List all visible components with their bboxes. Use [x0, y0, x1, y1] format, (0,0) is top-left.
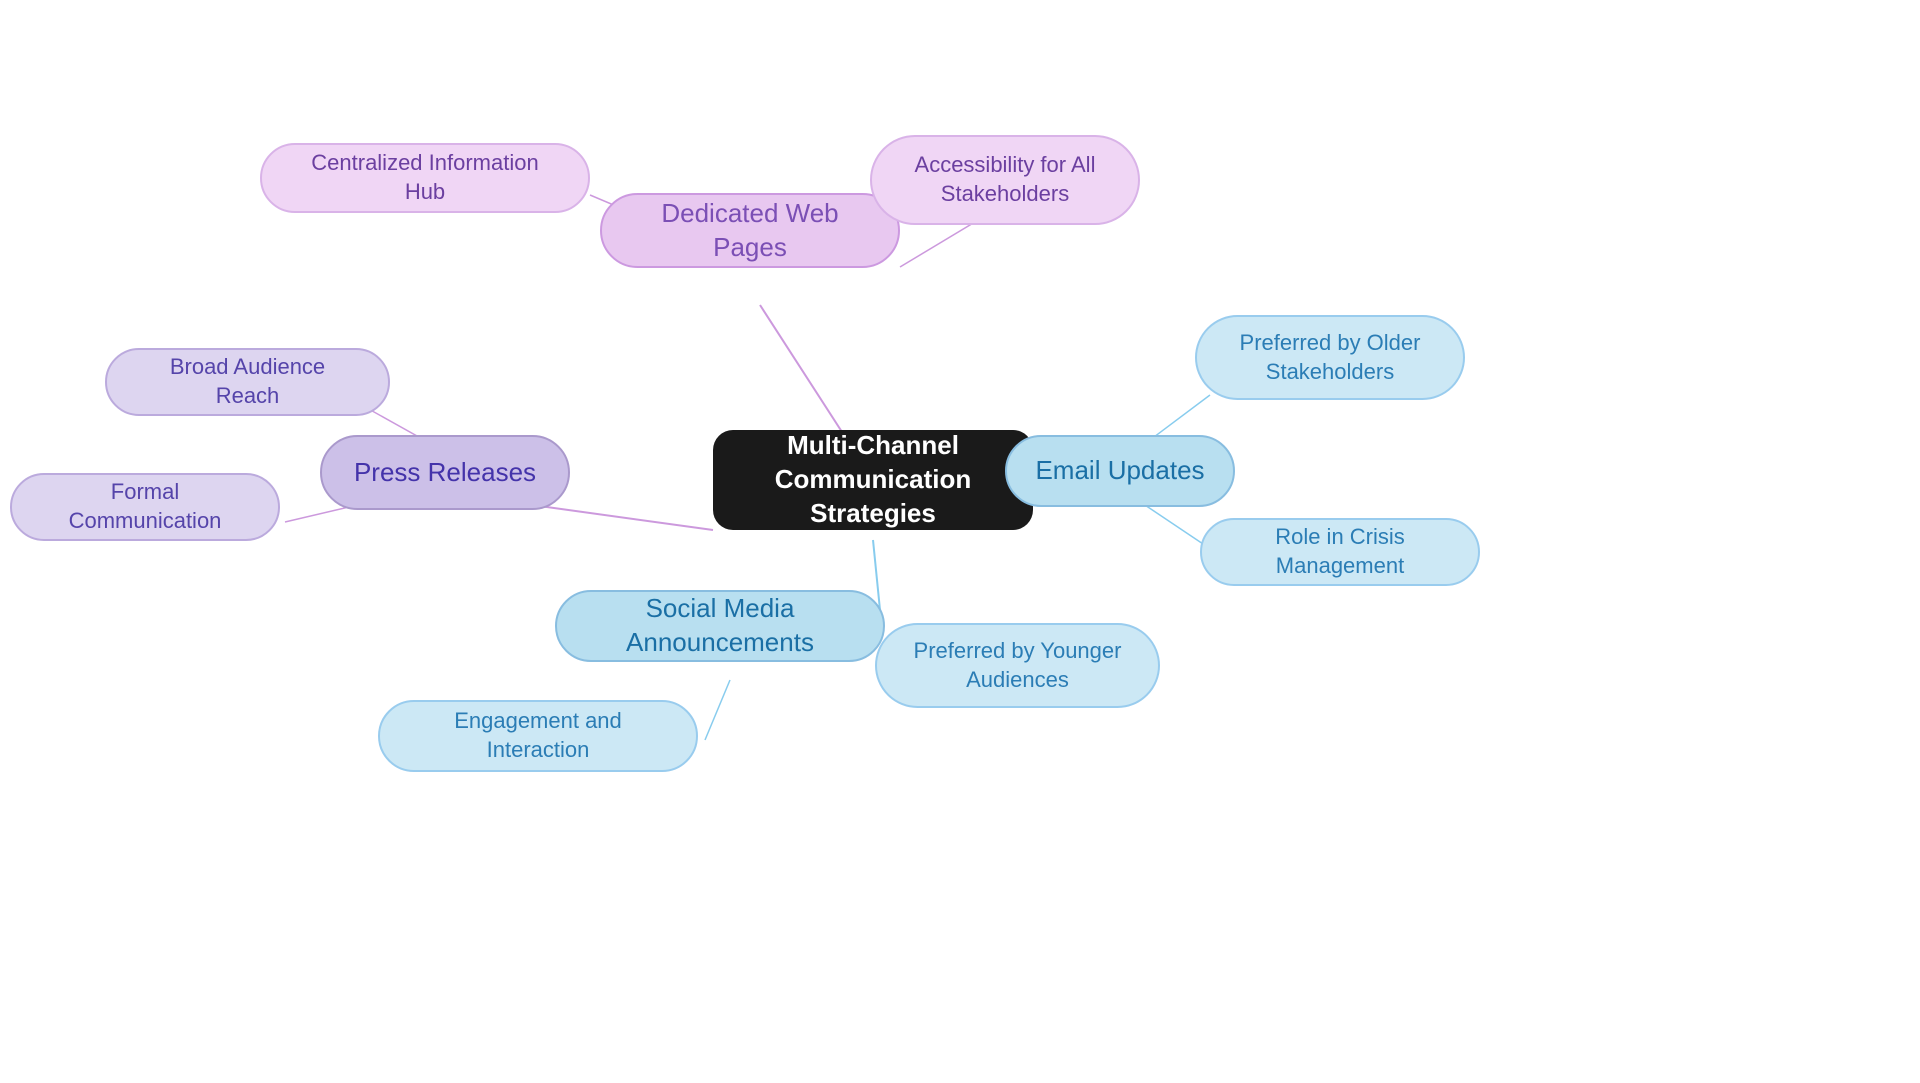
- email-updates-node: Email Updates: [1005, 435, 1235, 507]
- preferred-younger-node: Preferred by Younger Audiences: [875, 623, 1160, 708]
- preferred-older-node: Preferred by Older Stakeholders: [1195, 315, 1465, 400]
- role-crisis-node: Role in Crisis Management: [1200, 518, 1480, 586]
- broad-audience-reach-node: Broad Audience Reach: [105, 348, 390, 416]
- engagement-node: Engagement and Interaction: [378, 700, 698, 772]
- accessibility-node: Accessibility for All Stakeholders: [870, 135, 1140, 225]
- social-media-node: Social Media Announcements: [555, 590, 885, 662]
- centralized-info-hub-node: Centralized Information Hub: [260, 143, 590, 213]
- center-node: Multi-Channel Communication Strategies: [713, 430, 1033, 530]
- dedicated-web-pages-node: Dedicated Web Pages: [600, 193, 900, 268]
- press-releases-node: Press Releases: [320, 435, 570, 510]
- formal-communication-node: Formal Communication: [10, 473, 280, 541]
